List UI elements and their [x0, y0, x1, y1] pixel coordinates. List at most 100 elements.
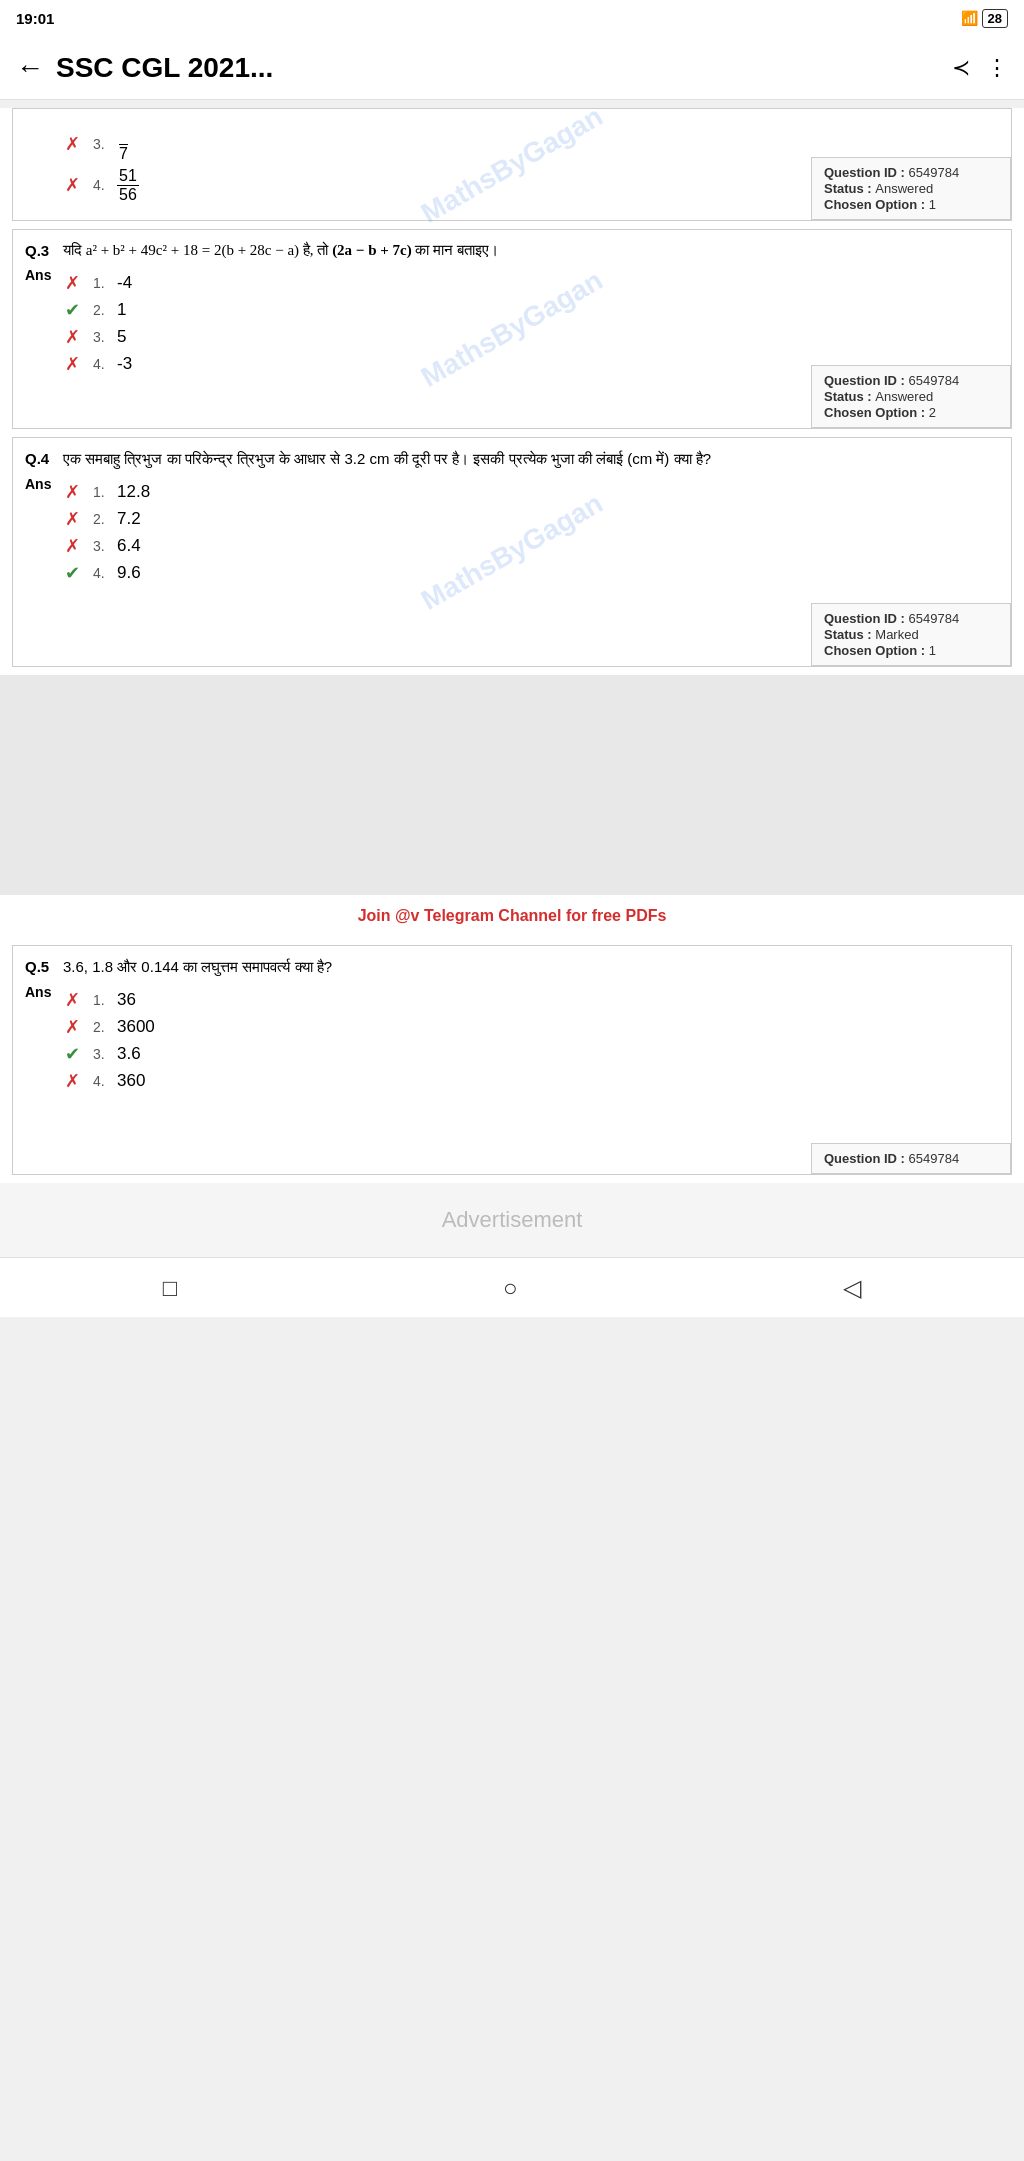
question-card-q2-partial: MathsByGagan ✗ 3. 7 ✗ 4.: [12, 108, 1012, 221]
option-item: ✗ 4. 51 56: [65, 167, 139, 203]
option-item: ✗ 3. 6.4: [65, 535, 150, 557]
nav-back-button[interactable]: ◁: [843, 1274, 861, 1302]
question-header-q4: Q.4 एक समबाहु त्रिभुज का परिकेन्द्र त्रि…: [25, 450, 999, 468]
info-chosen-option: Chosen Option : 1: [824, 197, 998, 212]
option-val: -3: [117, 354, 132, 374]
status-time: 19:01: [16, 10, 54, 27]
question-text-q4: एक समबाहु त्रिभुज का परिकेन्द्र त्रिभुज …: [63, 450, 999, 468]
section-spacer: [0, 675, 1024, 895]
info-question-id: Question ID : 6549784: [824, 1151, 998, 1166]
info-box-q3: Question ID : 6549784 Status : Answered …: [811, 365, 1011, 428]
ans-label-q4: Ans: [25, 476, 61, 492]
info-chosen-option: Chosen Option : 1: [824, 643, 998, 658]
advertisement-area: Advertisement: [0, 1183, 1024, 1257]
option-item: ✔ 3. 3.6: [65, 1043, 155, 1065]
option-item: ✗ 1. 36: [65, 989, 155, 1011]
option-val: 6.4: [117, 536, 141, 556]
option-val: 9.6: [117, 563, 141, 583]
info-question-id: Question ID : 6549784: [824, 373, 998, 388]
option-item: ✗ 2. 3600: [65, 1016, 155, 1038]
option-item: ✗ 4. 360: [65, 1070, 155, 1092]
option-val: 1: [117, 300, 126, 320]
option-val: 12.8: [117, 482, 150, 502]
option-val: 36: [117, 990, 136, 1010]
question-num-q3: Q.3: [25, 242, 55, 259]
info-chosen-option: Chosen Option : 2: [824, 405, 998, 420]
option-num: 1.: [93, 275, 109, 291]
app-bar-actions: ≺ ⋮: [952, 55, 1008, 81]
status-right-icons: 📶 28: [961, 10, 1008, 26]
ans-row-q3: Ans ✗ 1. -4 ✔ 2. 1 ✗ 3. 5 ✗: [25, 267, 999, 380]
info-question-id: Question ID : 6549784: [824, 165, 998, 180]
option-num: 4.: [93, 356, 109, 372]
wrong-icon: ✗: [65, 272, 85, 294]
option-num: 3.: [93, 538, 109, 554]
wrong-icon: ✗: [65, 989, 85, 1011]
option-num: 1.: [93, 484, 109, 500]
question-header-q5: Q.5 3.6, 1.8 और 0.144 का लघुत्तम समापवर्…: [25, 958, 999, 976]
wrong-icon: ✗: [65, 508, 85, 530]
question-text-q5: 3.6, 1.8 और 0.144 का लघुत्तम समापवर्त्य …: [63, 958, 999, 976]
option-num: 4.: [93, 1073, 109, 1089]
option-val: 7: [117, 126, 130, 162]
app-bar: ← SSC CGL 2021... ≺ ⋮: [0, 36, 1024, 100]
correct-icon: ✔: [65, 562, 85, 584]
telegram-banner: Join @v Telegram Channel for free PDFs: [0, 895, 1024, 937]
app-title: SSC CGL 2021...: [56, 52, 952, 84]
question-card-q3: MathsByGagan Q.3 यदि a² + b² + 49c² + 18…: [12, 229, 1012, 429]
option-item: ✗ 3. 7: [65, 126, 139, 162]
ans-row-q5: Ans ✗ 1. 36 ✗ 2. 3600 ✔ 3. 3.6: [25, 984, 999, 1097]
option-num: 3.: [93, 136, 109, 152]
ans-row-q4: Ans ✗ 1. 12.8 ✗ 2. 7.2 ✗ 3. 6.4: [25, 476, 999, 589]
option-val: 51 56: [117, 167, 139, 203]
wrong-icon: ✗: [65, 353, 85, 375]
back-button[interactable]: ←: [16, 52, 44, 84]
option-val: 5: [117, 327, 126, 347]
option-num: 2.: [93, 1019, 109, 1035]
wrong-icon: ✗: [65, 481, 85, 503]
correct-icon: ✔: [65, 299, 85, 321]
info-question-id: Question ID : 6549784: [824, 611, 998, 626]
content-area: MathsByGagan ✗ 3. 7 ✗ 4.: [0, 108, 1024, 1257]
status-bar: 19:01 📶 28: [0, 0, 1024, 36]
info-status: Status : Marked: [824, 627, 998, 642]
option-num: 2.: [93, 511, 109, 527]
option-num: 3.: [93, 329, 109, 345]
question-header-q3: Q.3 यदि a² + b² + 49c² + 18 = 2(b + 28c …: [25, 242, 999, 259]
option-item: ✗ 1. 12.8: [65, 481, 150, 503]
info-box-q2: Question ID : 6549784 Status : Answered …: [811, 157, 1011, 220]
telegram-text: Join @v Telegram Channel for free PDFs: [358, 907, 667, 924]
signal-icon: 📶: [961, 10, 978, 26]
question-num-q5: Q.5: [25, 958, 55, 976]
wrong-icon: ✗: [65, 326, 85, 348]
info-status: Status : Answered: [824, 389, 998, 404]
share-icon[interactable]: ≺: [952, 55, 970, 81]
ans-label-q5: Ans: [25, 984, 61, 1000]
info-box-q5: Question ID : 6549784: [811, 1143, 1011, 1174]
option-item: ✗ 1. -4: [65, 272, 132, 294]
options-list-q4: ✗ 1. 12.8 ✗ 2. 7.2 ✗ 3. 6.4 ✔ 4. 9.6: [65, 476, 150, 589]
question-card-q5: Q.5 3.6, 1.8 और 0.144 का लघुत्तम समापवर्…: [12, 945, 1012, 1175]
wrong-icon: ✗: [65, 133, 85, 155]
menu-icon[interactable]: ⋮: [986, 55, 1008, 81]
question-text-q3: यदि a² + b² + 49c² + 18 = 2(b + 28c − a)…: [63, 242, 999, 259]
wrong-icon: ✗: [65, 174, 85, 196]
ans-label-q3: Ans: [25, 267, 61, 283]
option-item: ✔ 2. 1: [65, 299, 132, 321]
battery-icon: 28: [982, 10, 1008, 26]
option-num: 2.: [93, 302, 109, 318]
wrong-icon: ✗: [65, 535, 85, 557]
question-num-q4: Q.4: [25, 450, 55, 468]
option-num: 1.: [93, 992, 109, 1008]
option-item: ✗ 4. -3: [65, 353, 132, 375]
options-list-q5: ✗ 1. 36 ✗ 2. 3600 ✔ 3. 3.6 ✗ 4. 360: [65, 984, 155, 1097]
option-val: 7.2: [117, 509, 141, 529]
question-card-q4: MathsByGagan Q.4 एक समबाहु त्रिभुज का पर…: [12, 437, 1012, 667]
option-val: -4: [117, 273, 132, 293]
nav-circle-button[interactable]: ○: [503, 1274, 518, 1302]
battery-level: 28: [982, 9, 1008, 28]
nav-square-button[interactable]: □: [163, 1274, 178, 1302]
correct-icon: ✔: [65, 1043, 85, 1065]
info-status: Status : Answered: [824, 181, 998, 196]
options-list-q2: ✗ 3. 7 ✗ 4. 51 56: [65, 121, 139, 208]
